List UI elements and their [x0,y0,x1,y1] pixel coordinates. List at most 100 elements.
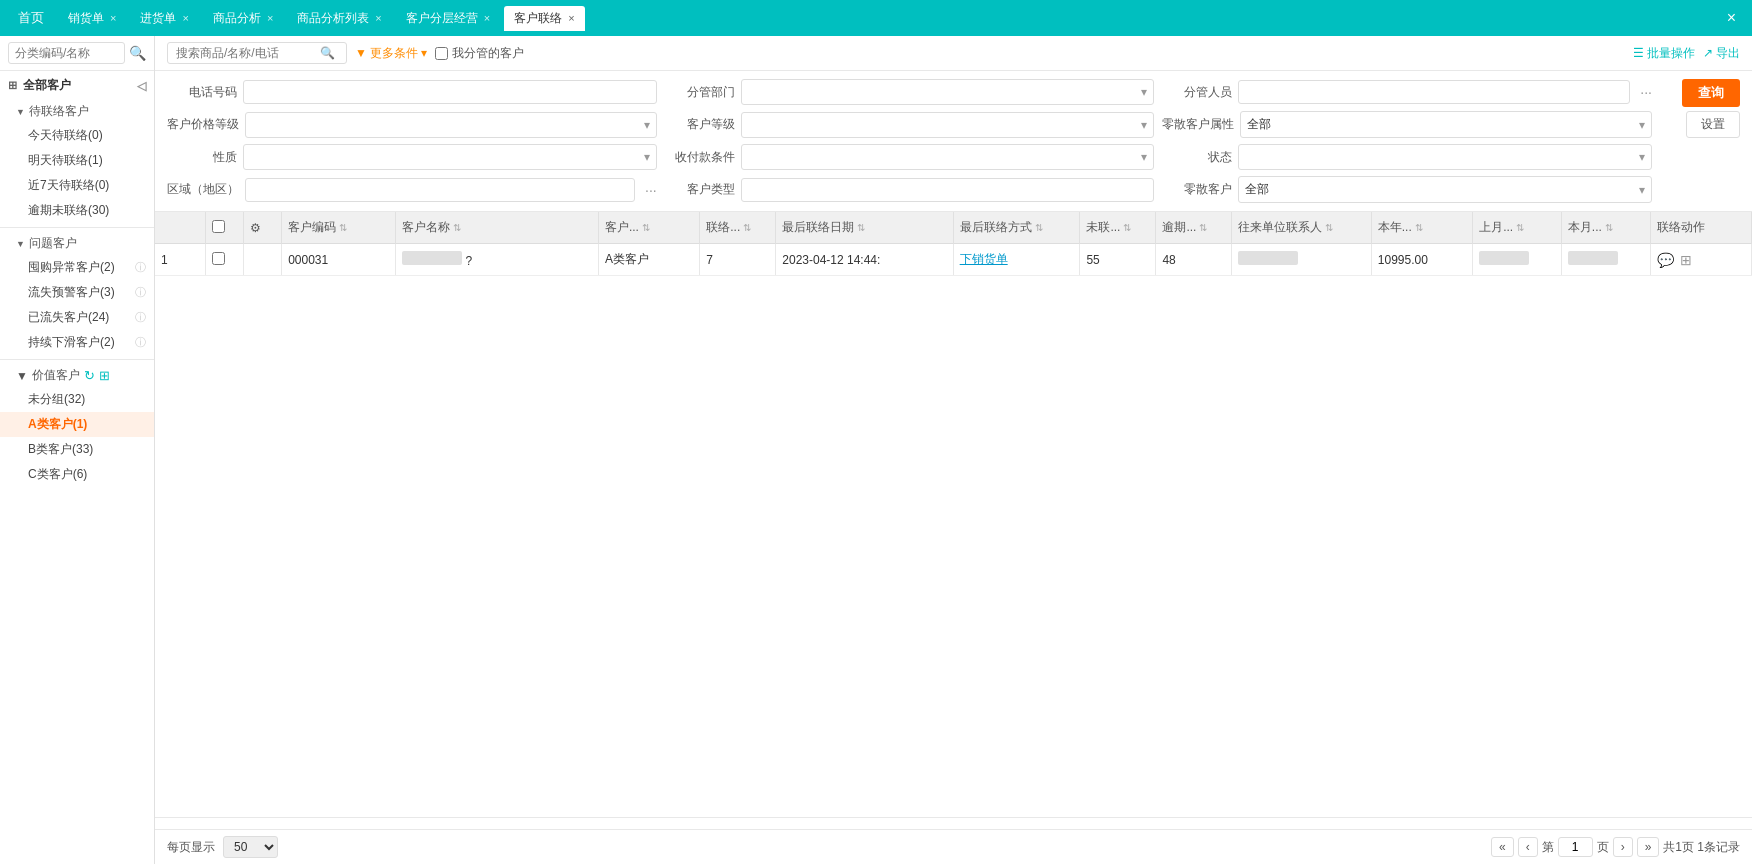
my-customers-checkbox[interactable]: 我分管的客户 [435,45,524,62]
row-select-checkbox[interactable] [212,252,225,265]
filter-cell-nature: 性质 ▾ [167,144,657,170]
nav-tab-analysis[interactable]: 商品分析 × [203,6,283,31]
sidebar-item-lostwarning[interactable]: 流失预警客户(3) ⓘ [0,280,154,305]
nav-tab-analysis-close[interactable]: × [267,12,273,24]
retail-cust-arrow-icon: ▾ [1639,183,1645,197]
sort-history-icon[interactable]: ⇅ [1325,222,1333,233]
prev-page-btn[interactable]: ‹ [1518,837,1538,857]
nav-tab-customer-contact[interactable]: 客户联络 × [504,6,584,31]
row-actions: 💬 ⊞ [1650,244,1751,276]
sort-nocontact-icon[interactable]: ⇅ [1123,222,1131,233]
nav-home[interactable]: 首页 [8,5,54,31]
settings-btn[interactable]: 设置 [1686,111,1740,138]
sidebar-collapse-btn[interactable]: ◁ [137,79,146,93]
value-refresh-icon[interactable]: ↻ [84,368,95,383]
sort-thisyear-icon[interactable]: ⇅ [1415,222,1423,233]
query-settings-col: 查询 设置 [1660,79,1740,203]
col-history-contact: 往来单位联系人 ⇅ [1232,212,1371,244]
sort-date-icon[interactable]: ⇅ [857,222,865,233]
dept-select[interactable]: ▾ [741,79,1155,105]
sidebar-pending-label[interactable]: ▼ 待联络客户 [0,100,154,123]
sort-overdue-icon[interactable]: ⇅ [1199,222,1207,233]
sidebar-item-7days[interactable]: 近7天待联络(0) [0,173,154,198]
nav-tab-customer-mgmt[interactable]: 客户分层经营 × [396,6,500,31]
sidebar-item-hoarding[interactable]: 囤购异常客户(2) ⓘ [0,255,154,280]
sidebar-problem-label[interactable]: ▼ 问题客户 [0,232,154,255]
sidebar-search-input[interactable] [8,42,125,64]
sidebar-item-lost[interactable]: 已流失客户(24) ⓘ [0,305,154,330]
nav-tab-jinhuo[interactable]: 进货单 × [130,6,198,31]
adv-filter: 电话号码 分管部门 ▾ 分管人员 [155,71,1752,212]
first-page-btn[interactable]: « [1491,837,1514,857]
region-input[interactable] [245,178,635,202]
action-comment-icon[interactable]: 💬 [1657,252,1674,268]
cust-level-select[interactable]: ▾ [741,112,1155,138]
sidebar-item-tomorrow[interactable]: 明天待联络(1) [0,148,154,173]
sort-type-icon[interactable]: ⇅ [642,222,650,233]
manager-dots-icon[interactable]: ··· [1640,84,1652,100]
sort-contact-icon[interactable]: ⇅ [743,222,751,233]
last-page-btn[interactable]: » [1637,837,1660,857]
select-all-checkbox[interactable] [212,220,225,233]
page-input[interactable] [1558,837,1593,857]
sidebar-all-customers[interactable]: ⊞ 全部客户 ◁ [0,71,154,100]
query-btn[interactable]: 查询 [1682,79,1740,107]
per-page-select[interactable]: 50 100 200 [223,836,278,858]
window-close-btn[interactable]: × [1719,9,1744,27]
retail-attr-select[interactable]: 全部 ▾ [1240,111,1652,138]
nature-select[interactable]: ▾ [243,144,657,170]
filter-cell-cust-level: 客户等级 ▾ [665,112,1155,138]
settings-gear-icon[interactable]: ⚙ [250,221,261,235]
sidebar-item-overdue[interactable]: 逾期未联络(30) [0,198,154,223]
nav-tab-analysis-list[interactable]: 商品分析列表 × [287,6,391,31]
nav-tab-xiaohuo[interactable]: 销货单 × [58,6,126,31]
region-dots-icon[interactable]: ··· [645,182,657,198]
sort-lastmonth-icon[interactable]: ⇅ [1516,222,1524,233]
sort-code-icon[interactable]: ⇅ [339,222,347,233]
row-overdue: 48 [1156,244,1232,276]
sort-name-icon[interactable]: ⇅ [453,222,461,233]
sidebar-search-icon[interactable]: 🔍 [129,45,146,61]
export-btn[interactable]: ↗ 导出 [1703,45,1740,62]
nav-tab-analysis-list-close[interactable]: × [375,12,381,24]
nav-tab-customer-mgmt-close[interactable]: × [484,12,490,24]
next-page-btn[interactable]: › [1613,837,1633,857]
filter-search-input[interactable] [176,46,316,60]
sort-thismonth-icon[interactable]: ⇅ [1605,222,1613,233]
retail-cust-select[interactable]: 全部 ▾ [1238,176,1652,203]
customer-name-text: ? [466,254,473,268]
filter-search-icon[interactable]: 🔍 [320,46,335,60]
horizontal-scrollbar[interactable] [155,817,1752,829]
filter-cell-region: 区域（地区） ··· [167,178,657,202]
sidebar-item-a-class[interactable]: A类客户(1) [0,412,154,437]
more-conditions-arrow: ▾ [421,46,427,60]
payment-select[interactable]: ▾ [741,144,1155,170]
batch-operation-btn[interactable]: ☰ 批量操作 [1633,45,1695,62]
status-select[interactable]: ▾ [1238,144,1652,170]
sidebar-value-label[interactable]: ▼ 价值客户 ↻ ⊞ [0,364,154,387]
my-customers-check[interactable] [435,47,448,60]
row-last-contact-method: 下销货单 [953,244,1080,276]
value-add-icon[interactable]: ⊞ [99,368,110,383]
sidebar-item-c-class[interactable]: C类客户(6) [0,462,154,487]
sidebar-item-b-class[interactable]: B类客户(33) [0,437,154,462]
phone-input[interactable] [243,80,657,104]
lostwarning-info-icon: ⓘ [135,285,146,300]
sort-method-icon[interactable]: ⇅ [1035,222,1043,233]
manager-input[interactable] [1238,80,1630,104]
filter-cell-manager: 分管人员 ··· [1162,80,1652,104]
nav-tab-xiaohuo-close[interactable]: × [110,12,116,24]
more-conditions-btn[interactable]: ▼ 更多条件 ▾ [355,45,427,62]
sidebar-item-today[interactable]: 今天待联络(0) [0,123,154,148]
action-qrcode-icon[interactable]: ⊞ [1680,252,1692,268]
page-nav: « ‹ 第 页 › » 共1页 1条记录 [1491,837,1740,857]
filter-cell-cust-type: 客户类型 [665,178,1155,202]
nav-tab-jinhuo-close[interactable]: × [182,12,188,24]
sidebar-item-declining[interactable]: 持续下滑客户(2) ⓘ [0,330,154,355]
sidebar-item-ungrouped[interactable]: 未分组(32) [0,387,154,412]
nav-tab-customer-contact-close[interactable]: × [568,12,574,24]
price-level-select[interactable]: ▾ [245,112,657,138]
last-contact-method-link[interactable]: 下销货单 [960,252,1008,266]
retail-attr-label: 零散客户属性 [1162,116,1234,133]
cust-type-input[interactable] [741,178,1155,202]
